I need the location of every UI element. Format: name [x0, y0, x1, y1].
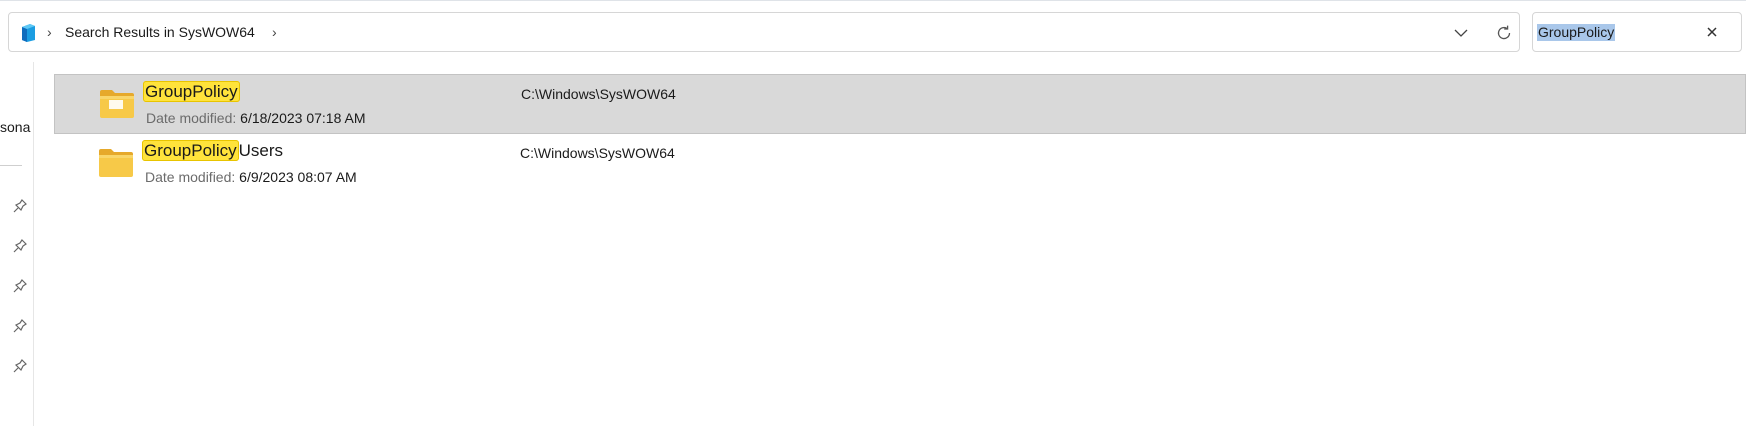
close-icon[interactable] — [1703, 23, 1721, 41]
search-box[interactable]: GroupPolicy — [1532, 12, 1742, 52]
search-match-highlight: GroupPolicy — [143, 81, 240, 102]
search-input[interactable]: GroupPolicy — [1537, 24, 1616, 41]
nav-item-label[interactable]: sona — [0, 119, 30, 135]
result-path: C:\Windows\SysWOW64 — [521, 86, 676, 102]
explorer-cube-icon — [22, 24, 35, 42]
pin-icon[interactable] — [12, 238, 28, 254]
pin-icon[interactable] — [12, 318, 28, 334]
search-result-row[interactable]: GroupPolicy Date modified: 6/18/2023 07:… — [54, 74, 1746, 134]
date-modified-value: 6/9/2023 08:07 AM — [239, 169, 357, 185]
search-result-row[interactable]: GroupPolicy Users Date modified: 6/9/2023… — [54, 134, 1746, 194]
result-path: C:\Windows\SysWOW64 — [520, 145, 675, 161]
result-name: GroupPolicy Users — [142, 140, 284, 161]
folder-icon — [99, 149, 133, 177]
breadcrumb-search-results[interactable]: Search Results in SysWOW64 — [65, 24, 255, 40]
address-bar[interactable]: › Search Results in SysWOW64 › — [8, 12, 1520, 52]
date-modified-label: Date modified: — [146, 110, 237, 126]
pin-icon[interactable] — [12, 198, 28, 214]
pin-icon[interactable] — [12, 358, 28, 374]
result-date-modified: Date modified: 6/18/2023 07:18 AM — [146, 110, 366, 126]
chevron-down-icon[interactable] — [1453, 25, 1469, 41]
search-match-highlight: GroupPolicy — [142, 140, 239, 161]
navigation-pane-divider[interactable] — [33, 62, 34, 426]
result-name: GroupPolicy — [143, 81, 240, 102]
folder-with-file-icon — [100, 90, 134, 118]
chevron-right-icon[interactable]: › — [47, 24, 52, 40]
date-modified-label: Date modified: — [145, 169, 236, 185]
refresh-icon[interactable] — [1495, 24, 1513, 42]
window-top-border — [0, 0, 1746, 1]
nav-separator — [0, 165, 22, 166]
result-date-modified: Date modified: 6/9/2023 08:07 AM — [145, 169, 357, 185]
pin-icon[interactable] — [12, 278, 28, 294]
chevron-right-icon[interactable]: › — [272, 24, 277, 40]
result-name-rest: Users — [238, 141, 284, 160]
date-modified-value: 6/18/2023 07:18 AM — [240, 110, 366, 126]
